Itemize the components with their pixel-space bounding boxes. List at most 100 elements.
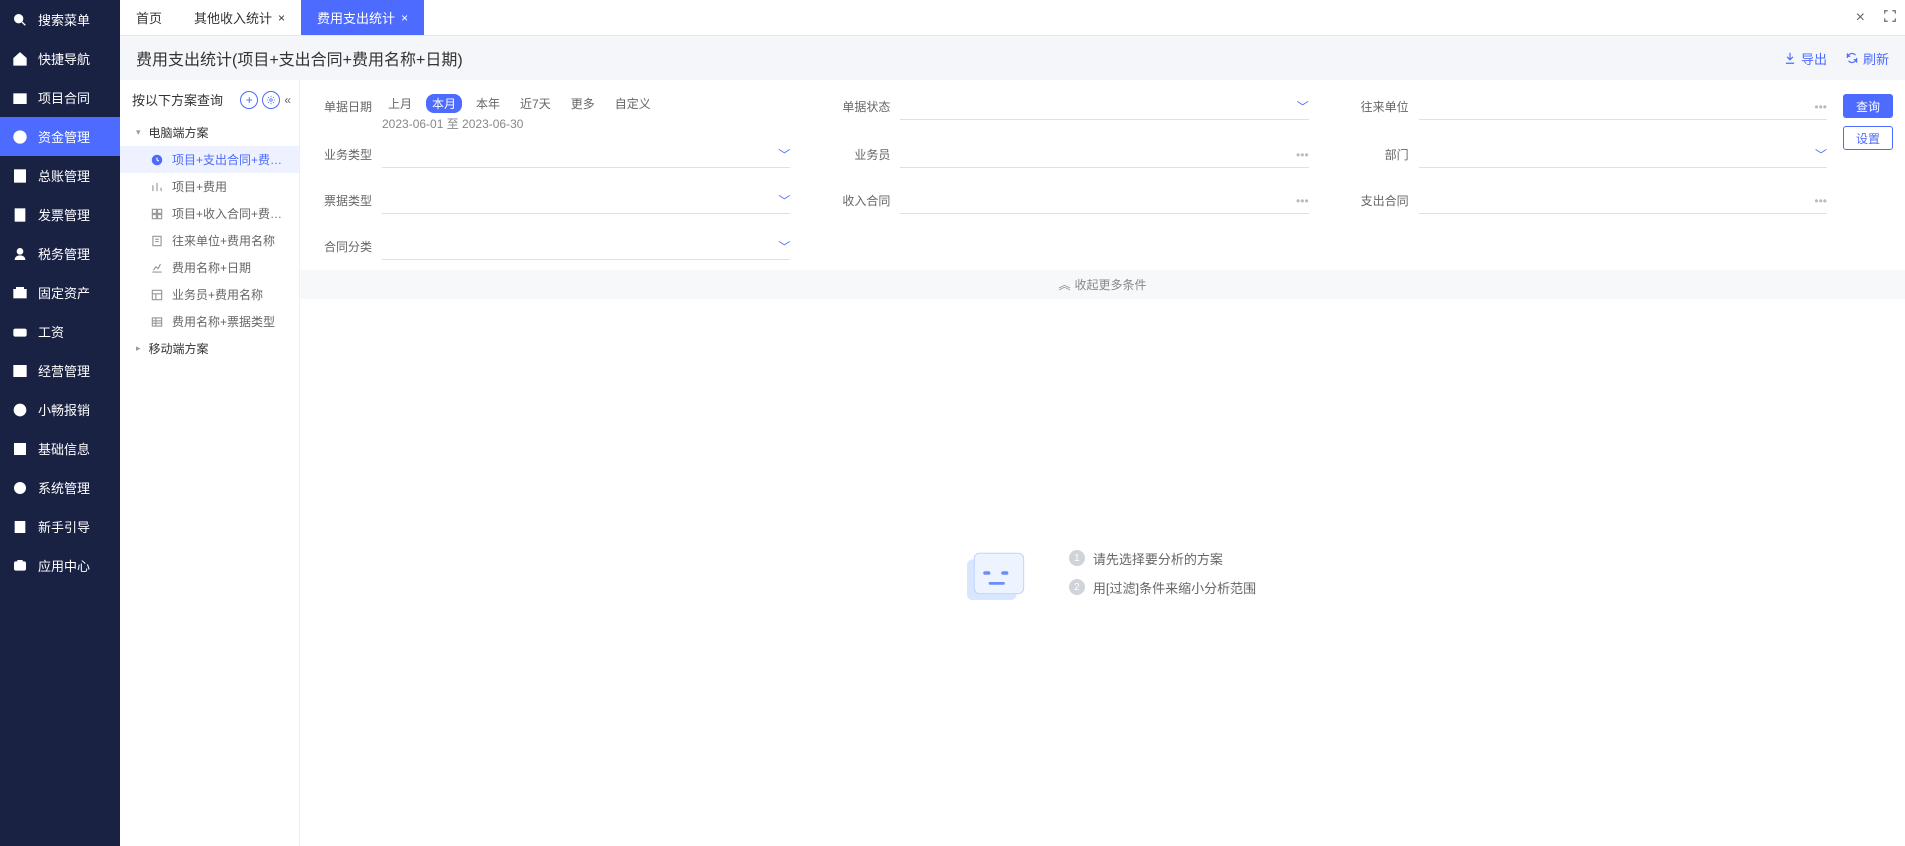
leaf-label: 项目+收入合同+费用... [172, 205, 289, 222]
box-icon [12, 90, 28, 106]
tree-leaf-0-4[interactable]: 费用名称+日期 [120, 254, 299, 281]
date-opt[interactable]: 自定义 [609, 94, 657, 113]
tab-2[interactable]: 费用支出统计× [301, 0, 424, 35]
tree-leaf-0-6[interactable]: 费用名称+票据类型 [120, 308, 299, 335]
table-icon [150, 315, 164, 329]
settings-button[interactable]: 设置 [1843, 126, 1893, 150]
sidebar-item-label: 项目合同 [38, 88, 90, 107]
clock-icon [150, 153, 164, 167]
close-icon[interactable]: × [278, 11, 285, 25]
tree-leaf-0-5[interactable]: 业务员+费用名称 [120, 281, 299, 308]
tree-leaf-0-3[interactable]: 往来单位+费用名称 [120, 227, 299, 254]
fullscreen-button[interactable] [1875, 9, 1905, 26]
tree-leaf-0-0[interactable]: 项目+支出合同+费用... [120, 146, 299, 173]
sidebar-item-7[interactable]: 固定资产 [0, 273, 120, 312]
sidebar-item-2[interactable]: 项目合同 [0, 78, 120, 117]
empty-step-2: 2 用[过滤]条件来缩小分析范围 [1069, 578, 1256, 597]
step-number: 1 [1069, 550, 1085, 566]
filter-title: 按以下方案查询 [132, 90, 223, 109]
more-icon: ••• [1296, 148, 1309, 162]
date-opt[interactable]: 本年 [470, 94, 506, 113]
sidebar-item-14[interactable]: 应用中心 [0, 546, 120, 585]
income-label: 收入合同 [830, 188, 900, 209]
unit-input[interactable]: ••• [1419, 94, 1827, 120]
sidebar-item-label: 发票管理 [38, 205, 90, 224]
salesman-label: 业务员 [830, 142, 900, 163]
expense-row: 支出合同••• [1349, 188, 1827, 224]
empty-step-1: 1 请先选择要分析的方案 [1069, 549, 1256, 568]
tree-group-0[interactable]: 电脑端方案 [120, 119, 299, 146]
more-icon: ••• [1814, 100, 1827, 114]
salesman-input[interactable]: ••• [900, 142, 1308, 168]
sidebar-item-13[interactable]: 新手引导 [0, 507, 120, 546]
scheme-settings-button[interactable] [262, 91, 280, 109]
doc-icon [150, 234, 164, 248]
tab-0[interactable]: 首页 [120, 0, 178, 35]
tree-leaf-0-2[interactable]: 项目+收入合同+费用... [120, 200, 299, 227]
unit-label: 往来单位 [1349, 94, 1419, 115]
add-scheme-button[interactable]: + [240, 91, 258, 109]
close-all-tabs[interactable]: × [1846, 9, 1875, 27]
leaf-label: 项目+费用 [172, 178, 227, 195]
tab-1[interactable]: 其他收入统计× [178, 0, 301, 35]
export-button[interactable]: 导出 [1783, 49, 1827, 68]
dept-input[interactable]: ﹀ [1419, 142, 1827, 168]
group-label: 电脑端方案 [149, 124, 209, 141]
sidebar-item-1[interactable]: 快捷导航 [0, 39, 120, 78]
sidebar-item-label: 基础信息 [38, 439, 90, 458]
sidebar-item-12[interactable]: 系统管理 [0, 468, 120, 507]
refresh-button[interactable]: 刷新 [1845, 49, 1889, 68]
base-icon [12, 441, 28, 457]
tree-group-1[interactable]: 移动端方案 [120, 335, 299, 362]
chevron-down-icon: ﹀ [778, 238, 790, 255]
sidebar-item-label: 系统管理 [38, 478, 90, 497]
date-opt[interactable]: 更多 [565, 94, 601, 113]
income-input[interactable]: ••• [900, 188, 1308, 214]
step-text: 用[过滤]条件来缩小分析范围 [1093, 578, 1256, 597]
sidebar-item-4[interactable]: 总账管理 [0, 156, 120, 195]
reimburse-icon: C [12, 402, 28, 418]
collapse-filters-button[interactable]: ︽ 收起更多条件 [300, 270, 1905, 299]
date-opt[interactable]: 本月 [426, 94, 462, 113]
date-opt[interactable]: 上月 [382, 94, 418, 113]
tickettype-input[interactable]: ﹀ [382, 188, 790, 214]
main: 首页其他收入统计×费用支出统计×× 费用支出统计(项目+支出合同+费用名称+日期… [120, 0, 1905, 846]
biztype-input[interactable]: ﹀ [382, 142, 790, 168]
contract-cat-row: 合同分类﹀ [312, 234, 790, 270]
date-label: 单据日期 [312, 94, 382, 115]
sidebar-item-label: 资金管理 [38, 127, 90, 146]
bar-icon [150, 180, 164, 194]
query-button[interactable]: 查询 [1843, 94, 1893, 118]
close-icon[interactable]: × [401, 11, 408, 25]
system-icon [12, 480, 28, 496]
sidebar-item-6[interactable]: 税务管理 [0, 234, 120, 273]
leaf-label: 项目+支出合同+费用... [172, 151, 289, 168]
more-icon: ••• [1296, 194, 1309, 208]
leaf-label: 费用名称+票据类型 [172, 313, 275, 330]
filter-header: 按以下方案查询 + « [120, 80, 299, 119]
sidebar-item-label: 经营管理 [38, 361, 90, 380]
tree-leaf-0-1[interactable]: 项目+费用 [120, 173, 299, 200]
status-input[interactable]: ﹀ [900, 94, 1308, 120]
sidebar-item-5[interactable]: 发票管理 [0, 195, 120, 234]
sidebar-item-0[interactable]: 搜索菜单 [0, 0, 120, 39]
sidebar-item-9[interactable]: 经营管理 [0, 351, 120, 390]
sidebar-item-8[interactable]: 工资 [0, 312, 120, 351]
empty-illustration [949, 528, 1039, 618]
salary-icon [12, 324, 28, 340]
date-range: 2023-06-01 至 2023-06-30 [382, 115, 790, 132]
sidebar-item-3[interactable]: 资金管理 [0, 117, 120, 156]
leaf-label: 往来单位+费用名称 [172, 232, 275, 249]
expense-input[interactable]: ••• [1419, 188, 1827, 214]
salesman-row: 业务员 ••• [830, 142, 1308, 178]
contract-cat-input[interactable]: ﹀ [382, 234, 790, 260]
sidebar-item-11[interactable]: 基础信息 [0, 429, 120, 468]
money-icon [12, 129, 28, 145]
date-opt[interactable]: 近7天 [514, 94, 557, 113]
empty-state: 1 请先选择要分析的方案 2 用[过滤]条件来缩小分析范围 [300, 299, 1905, 846]
collapse-panel-button[interactable]: « [284, 93, 291, 107]
dept-label: 部门 [1349, 142, 1419, 163]
tickettype-row: 票据类型﹀ [312, 188, 790, 224]
ledger-icon [12, 168, 28, 184]
sidebar-item-10[interactable]: C小畅报销 [0, 390, 120, 429]
